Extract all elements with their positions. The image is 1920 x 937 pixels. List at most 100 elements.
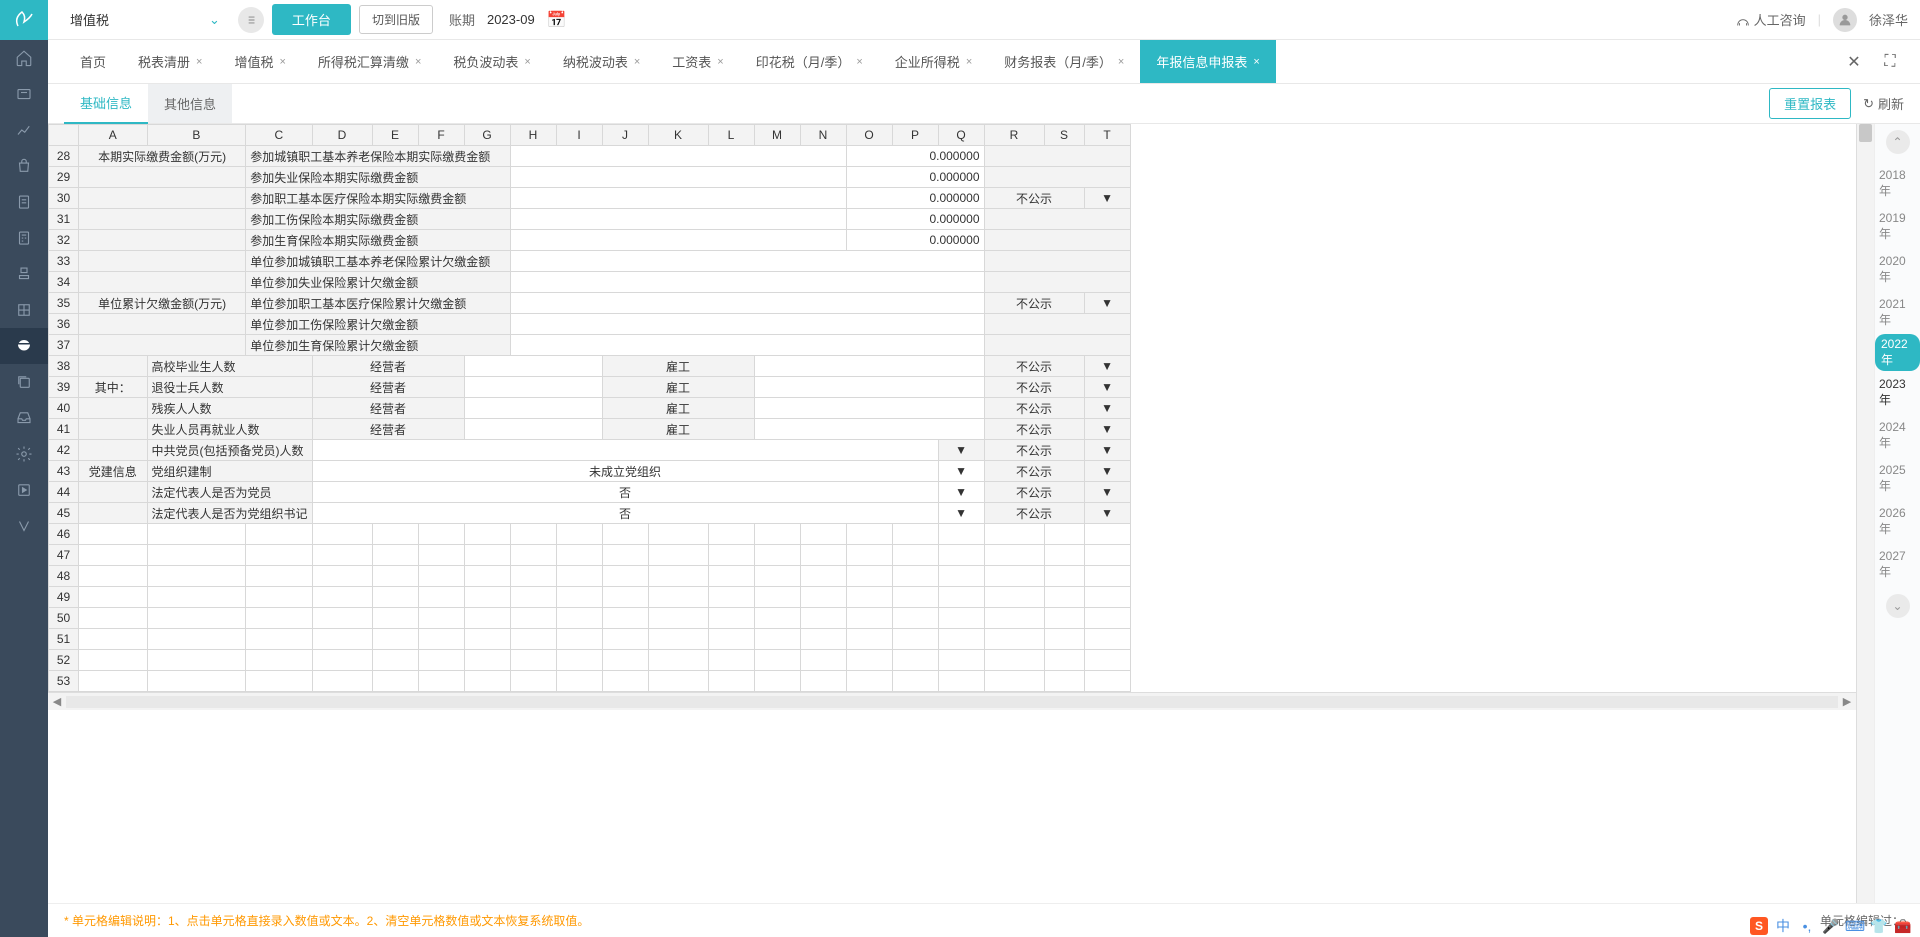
ime-lang-icon[interactable]: 中 (1774, 917, 1792, 935)
tab-close-icon[interactable]: × (196, 56, 202, 68)
row-29[interactable]: 29 (49, 167, 79, 188)
tab-税负波动表[interactable]: 税负波动表× (437, 40, 546, 84)
nav-tax-icon[interactable] (0, 328, 48, 364)
col-R[interactable]: R (984, 125, 1044, 146)
nav-settings-icon[interactable] (0, 436, 48, 472)
nav-bag-icon[interactable] (0, 148, 48, 184)
col-J[interactable]: J (602, 125, 648, 146)
ime-keyboard-icon[interactable]: ⌨ (1846, 917, 1864, 935)
username[interactable]: 徐泽华 (1869, 10, 1908, 29)
col-F[interactable]: F (418, 125, 464, 146)
ime-mic-icon[interactable]: 🎤 (1822, 917, 1840, 935)
row-39[interactable]: 39 (49, 377, 79, 398)
year-2023年[interactable]: 2023年 (1875, 371, 1920, 414)
row-46[interactable]: 46 (49, 524, 79, 545)
tab-close-icon[interactable]: × (415, 56, 421, 68)
row-47[interactable]: 47 (49, 545, 79, 566)
nav-calc-icon[interactable] (0, 220, 48, 256)
tab-close-icon[interactable]: × (279, 56, 285, 68)
nav-doc-icon[interactable] (0, 184, 48, 220)
col-M[interactable]: M (754, 125, 800, 146)
horizontal-scrollbar[interactable]: ◀ ▶ (48, 692, 1856, 710)
avatar-icon[interactable] (1833, 8, 1857, 32)
fullscreen-icon[interactable]: ⛶ (1876, 48, 1904, 76)
nav-copy-icon[interactable] (0, 364, 48, 400)
row-40[interactable]: 40 (49, 398, 79, 419)
tab-年报信息申报表[interactable]: 年报信息申报表× (1140, 40, 1275, 84)
tab-增值税[interactable]: 增值税× (218, 40, 301, 84)
tab-纳税波动表[interactable]: 纳税波动表× (547, 40, 656, 84)
row-32[interactable]: 32 (49, 230, 79, 251)
row-48[interactable]: 48 (49, 566, 79, 587)
nav-home-icon[interactable] (0, 40, 48, 76)
year-2019年[interactable]: 2019年 (1875, 205, 1920, 248)
row-36[interactable]: 36 (49, 314, 79, 335)
col-A[interactable]: A (79, 125, 148, 146)
row-50[interactable]: 50 (49, 608, 79, 629)
calendar-icon[interactable]: 📅 (547, 10, 567, 30)
switch-old-button[interactable]: 切到旧版 (359, 5, 433, 34)
year-up-icon[interactable]: ⌃ (1886, 130, 1910, 154)
row-33[interactable]: 33 (49, 251, 79, 272)
row-35[interactable]: 35 (49, 293, 79, 314)
row-34[interactable]: 34 (49, 272, 79, 293)
year-2024年[interactable]: 2024年 (1875, 414, 1920, 457)
ime-toolbox-icon[interactable]: 🧰 (1894, 917, 1912, 935)
row-49[interactable]: 49 (49, 587, 79, 608)
subtab-basic[interactable]: 基础信息 (64, 83, 148, 124)
col-P[interactable]: P (892, 125, 938, 146)
tab-印花税（月/季）[interactable]: 印花税（月/季）× (740, 40, 879, 84)
consult-link[interactable]: 人工咨询 (1736, 10, 1806, 29)
nav-play-icon[interactable] (0, 472, 48, 508)
close-all-tabs[interactable]: ✕ (1840, 48, 1868, 76)
row-51[interactable]: 51 (49, 629, 79, 650)
year-down-icon[interactable]: ⌄ (1886, 594, 1910, 618)
col-H[interactable]: H (510, 125, 556, 146)
tab-首页[interactable]: 首页 (64, 40, 122, 84)
row-30[interactable]: 30 (49, 188, 79, 209)
tab-close-icon[interactable]: × (1118, 56, 1124, 68)
row-45[interactable]: 45 (49, 503, 79, 524)
nav-inbox-icon[interactable] (0, 400, 48, 436)
row-31[interactable]: 31 (49, 209, 79, 230)
nav-stamp-icon[interactable] (0, 256, 48, 292)
tab-close-icon[interactable]: × (717, 56, 723, 68)
col-N[interactable]: N (800, 125, 846, 146)
tab-所得税汇算清缴[interactable]: 所得税汇算清缴× (302, 40, 437, 84)
reset-report-button[interactable]: 重置报表 (1769, 88, 1851, 119)
ime-punct-icon[interactable]: •, (1798, 917, 1816, 935)
ime-skin-icon[interactable]: 👕 (1870, 917, 1888, 935)
col-B[interactable]: B (147, 125, 246, 146)
tab-close-icon[interactable]: × (856, 56, 862, 68)
ime-sogou-icon[interactable]: S (1750, 917, 1768, 935)
nav-chart-icon[interactable] (0, 112, 48, 148)
tab-财务报表（月/季）[interactable]: 财务报表（月/季）× (988, 40, 1140, 84)
col-D[interactable]: D (312, 125, 372, 146)
row-38[interactable]: 38 (49, 356, 79, 377)
col-L[interactable]: L (708, 125, 754, 146)
tab-企业所得税[interactable]: 企业所得税× (879, 40, 988, 84)
year-2025年[interactable]: 2025年 (1875, 457, 1920, 500)
col-S[interactable]: S (1044, 125, 1084, 146)
row-43[interactable]: 43 (49, 461, 79, 482)
scroll-right-icon[interactable]: ▶ (1838, 695, 1856, 708)
tab-工资表[interactable]: 工资表× (656, 40, 739, 84)
row-42[interactable]: 42 (49, 440, 79, 461)
col-E[interactable]: E (372, 125, 418, 146)
tab-close-icon[interactable]: × (1253, 56, 1259, 68)
col-G[interactable]: G (464, 125, 510, 146)
row-37[interactable]: 37 (49, 335, 79, 356)
year-2018年[interactable]: 2018年 (1875, 162, 1920, 205)
row-44[interactable]: 44 (49, 482, 79, 503)
module-dropdown[interactable]: 增值税 ⌄ (60, 6, 230, 33)
workbench-button[interactable]: 工作台 (272, 4, 351, 35)
list-toggle-icon[interactable] (238, 7, 264, 33)
col-C[interactable]: C (246, 125, 312, 146)
year-2020年[interactable]: 2020年 (1875, 248, 1920, 291)
tab-close-icon[interactable]: × (524, 56, 530, 68)
col-I[interactable]: I (556, 125, 602, 146)
row-53[interactable]: 53 (49, 671, 79, 692)
tab-close-icon[interactable]: × (966, 56, 972, 68)
col-O[interactable]: O (846, 125, 892, 146)
scroll-left-icon[interactable]: ◀ (48, 695, 66, 708)
